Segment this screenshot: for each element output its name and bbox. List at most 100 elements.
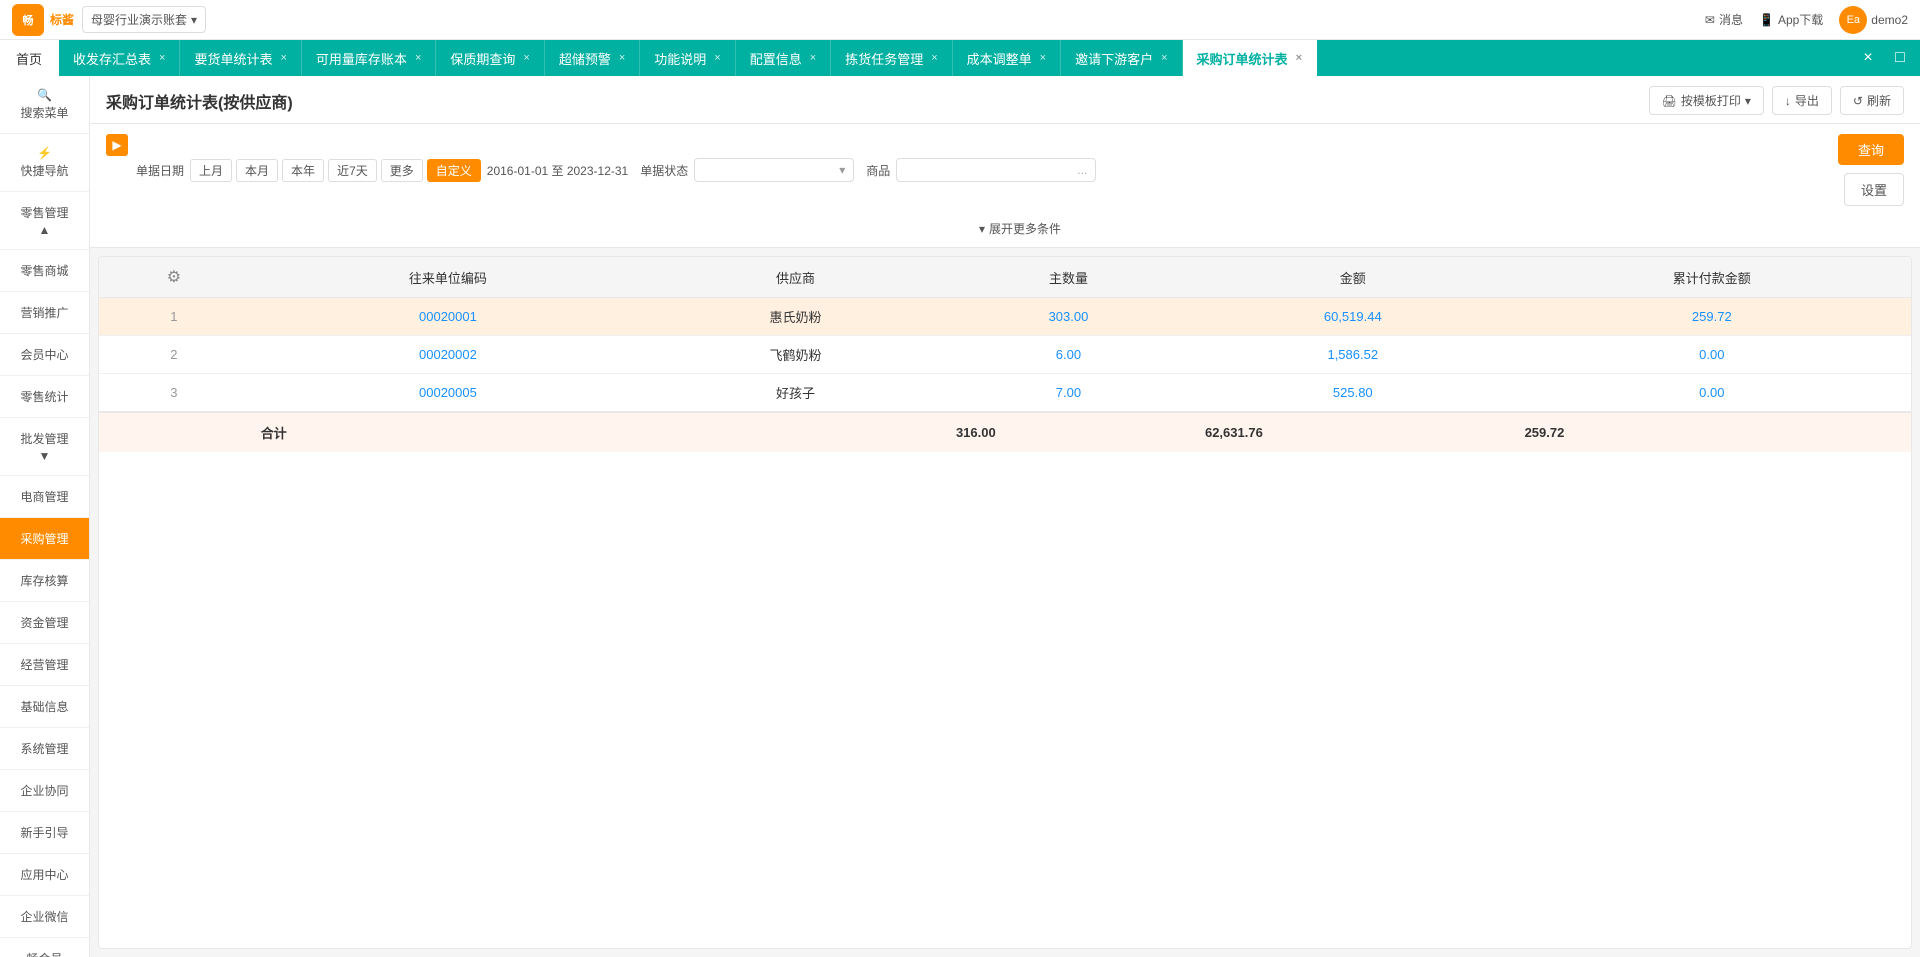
tab-config-info[interactable]: 配置信息 × [736,40,831,76]
col-settings[interactable]: ⚙ [99,257,249,298]
expand-filter-btn[interactable]: ▾ 展开更多条件 [979,220,1061,237]
tab-goods-summary[interactable]: 要货单统计表 × [180,40,301,76]
sidebar-item-wholesale-manage[interactable]: 批发管理 ▼ [0,418,89,476]
sidebar-item-retail-manage[interactable]: 零售管理 ▲ [0,192,89,250]
date-btn-more[interactable]: 更多 [381,159,423,182]
close-tab-invite-downstream[interactable]: × [1161,52,1167,64]
row-amount[interactable]: 525.80 [1193,374,1513,413]
refresh-icon: ↺ [1853,94,1863,108]
sidebar-item-purchase-manage[interactable]: 采购管理 [0,518,89,560]
row-qty[interactable]: 6.00 [944,336,1193,374]
content-area: 采购订单统计表(按供应商) 🖨 按模板打印 ▾ ↓ 导出 ↺ 刷新 [90,76,1920,957]
row-paid[interactable]: 0.00 [1513,374,1911,413]
logo-text: 标酱 [50,11,74,28]
date-btn-this-year[interactable]: 本年 [282,159,324,182]
row-paid[interactable]: 0.00 [1513,336,1911,374]
close-tab-function-desc[interactable]: × [714,52,720,64]
close-tab-goods-summary[interactable]: × [280,52,286,64]
row-amount[interactable]: 1,586.52 [1193,336,1513,374]
filter-collapse-btn[interactable]: ▶ [106,134,128,156]
sidebar-item-enterprise-collab[interactable]: 企业协同 [0,770,89,812]
sidebar-item-retail-shop[interactable]: 零售商城 [0,250,89,292]
sidebar-item-basic-info[interactable]: 基础信息 [0,686,89,728]
date-btn-last-month[interactable]: 上月 [190,159,232,182]
sidebar-item-member-center[interactable]: 会员中心 [0,334,89,376]
tab-cost-adjust[interactable]: 成本调整单 × [953,40,1061,76]
tab-overstock-warning[interactable]: 超储预警 × [545,40,640,76]
export-icon: ↓ [1785,94,1791,108]
settings-col-icon[interactable]: ⚙ [167,269,181,286]
tab-receive-summary[interactable]: 收发存汇总表 × [59,40,180,76]
row-qty[interactable]: 303.00 [944,298,1193,336]
print-icon: 🖨 [1662,94,1677,108]
chevron-down-icon: ▾ [1745,94,1751,108]
close-tab-expiry-query[interactable]: × [523,52,529,64]
footer-paid: 259.72 [1513,412,1911,452]
tab-available-inventory[interactable]: 可用量库存账本 × [302,40,436,76]
row-paid[interactable]: 259.72 [1513,298,1911,336]
row-code[interactable]: 00020002 [249,336,647,374]
sidebar-item-system[interactable]: 系统管理 [0,728,89,770]
sidebar-item-search[interactable]: 🔍 搜索菜单 [0,76,89,134]
refresh-btn[interactable]: ↺ 刷新 [1840,86,1904,115]
col-qty: 主数量 [944,257,1193,298]
quick-nav-icon: ⚡ [37,146,52,160]
workspace-selector[interactable]: 母婴行业演示账套 ▾ [82,6,206,33]
query-btn[interactable]: 查询 [1838,134,1904,165]
close-all-tabs-btn[interactable]: × [1856,46,1880,70]
app-download-btn[interactable]: 📱 App下载 [1759,11,1823,28]
expand-arrow-icon: ▾ [979,222,985,236]
sidebar-item-enterprise-wechat[interactable]: 企业微信 [0,896,89,938]
sidebar-item-ops-manage[interactable]: 经营管理 [0,644,89,686]
status-select[interactable]: ▾ [694,158,854,182]
date-range-display: 2016-01-01 至 2023-12-31 [487,162,628,179]
close-tab-available-inventory[interactable]: × [415,52,421,64]
tab-pick-task[interactable]: 拣货任务管理 × [831,40,952,76]
close-tab-config-info[interactable]: × [810,52,816,64]
template-print-btn[interactable]: 🖨 按模板打印 ▾ [1649,86,1764,115]
row-code[interactable]: 00020005 [249,374,647,413]
sidebar-item-inventory-check[interactable]: 库存核算 [0,560,89,602]
row-index: 3 [99,374,249,413]
close-tab-cost-adjust[interactable]: × [1040,52,1046,64]
row-qty[interactable]: 7.00 [944,374,1193,413]
close-tab-purchase-summary[interactable]: × [1296,52,1302,64]
settings-btn[interactable]: 设置 [1844,173,1904,206]
message-btn[interactable]: ✉ 消息 [1705,11,1743,28]
top-bar-right: ✉ 消息 📱 App下载 Ea demo2 [1705,6,1908,34]
goods-filter-item: 商品 ... [866,158,1096,182]
sidebar-item-finance[interactable]: 资金管理 [0,602,89,644]
table-area: ⚙ 往来单位编码 供应商 主数量 金额 [98,256,1912,949]
message-icon: ✉ [1705,13,1715,27]
date-btn-7days[interactable]: 近7天 [328,159,377,182]
tab-home[interactable]: 首页 [0,40,59,76]
goods-label: 商品 [866,162,890,179]
export-btn[interactable]: ↓ 导出 [1772,86,1832,115]
close-tab-pick-task[interactable]: × [931,52,937,64]
close-tab-receive-summary[interactable]: × [159,52,165,64]
sidebar-item-marketing[interactable]: 营销推广 [0,292,89,334]
date-btn-custom[interactable]: 自定义 [427,159,481,182]
col-amount: 金额 [1193,257,1513,298]
sidebar: 🔍 搜索菜单 ⚡ 快捷导航 零售管理 ▲ 零售商城 营销推广 会员中心 零售统计… [0,76,90,957]
sidebar-item-new-guide[interactable]: 新手引导 [0,812,89,854]
sidebar-item-ecommerce[interactable]: 电商管理 [0,476,89,518]
row-code[interactable]: 00020001 [249,298,647,336]
sidebar-item-vip[interactable]: 畅会员 [0,938,89,957]
more-dots: ... [1077,163,1087,177]
tab-invite-downstream[interactable]: 邀请下游客户 × [1061,40,1182,76]
tab-expiry-query[interactable]: 保质期查询 × [436,40,544,76]
tab-purchase-summary[interactable]: 采购订单统计表 × [1183,40,1317,76]
sidebar-item-quick-nav[interactable]: ⚡ 快捷导航 [0,134,89,192]
row-amount[interactable]: 60,519.44 [1193,298,1513,336]
expand-row: ▾ 展开更多条件 [136,212,1904,237]
sidebar-item-retail-stats[interactable]: 零售统计 [0,376,89,418]
date-btn-this-month[interactable]: 本月 [236,159,278,182]
user-area[interactable]: Ea demo2 [1839,6,1908,34]
close-tab-overstock-warning[interactable]: × [619,52,625,64]
tab-function-desc[interactable]: 功能说明 × [640,40,735,76]
restore-tabs-btn[interactable]: □ [1888,46,1912,70]
goods-input[interactable]: ... [896,158,1096,182]
sidebar-item-app-center[interactable]: 应用中心 [0,854,89,896]
footer-qty: 316.00 [944,412,1193,452]
